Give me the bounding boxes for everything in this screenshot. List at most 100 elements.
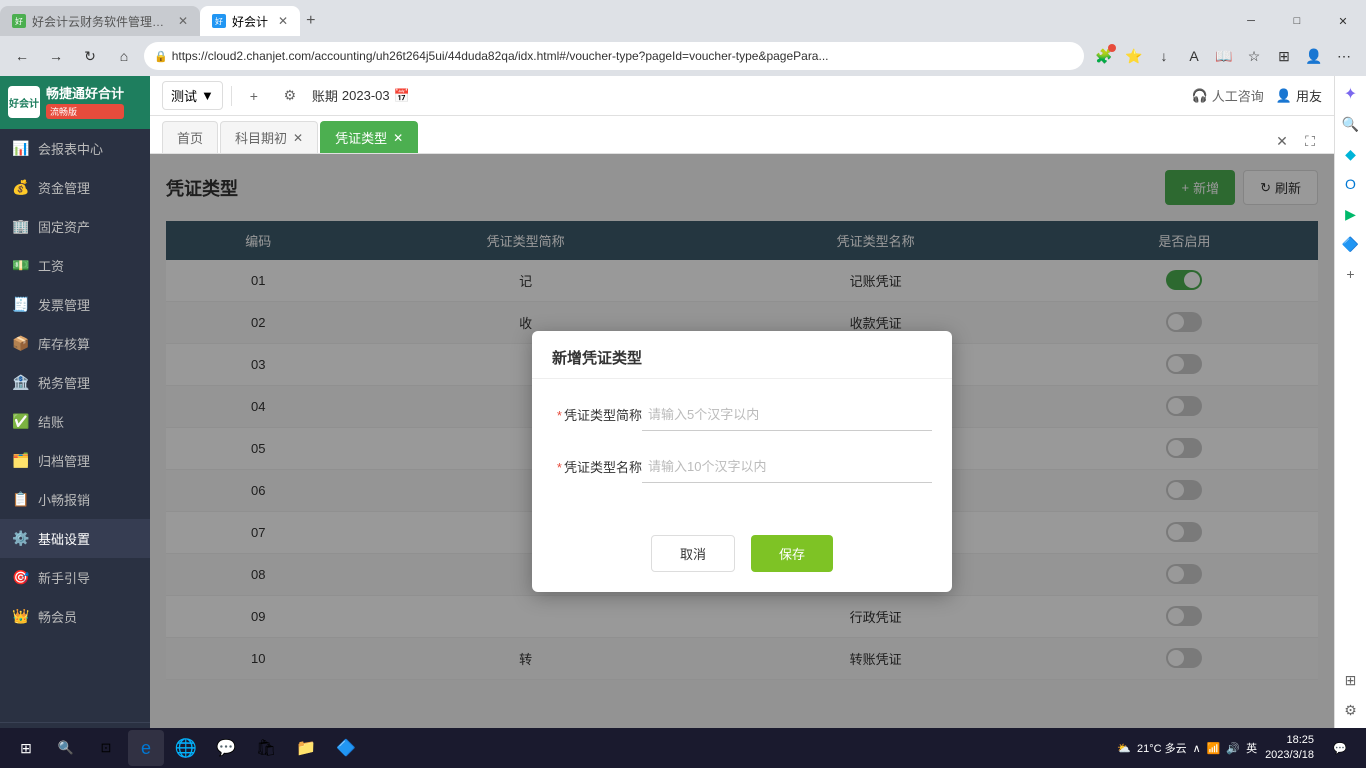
back-button[interactable]: ←: [8, 42, 36, 70]
win-maximize-button[interactable]: □: [1274, 3, 1320, 39]
browser-action-buttons: 🧩 ⭐ ↓ A 📖 ☆ ⊞ 👤 ⋯: [1090, 42, 1358, 70]
reload-button[interactable]: ↻: [76, 42, 104, 70]
win-close-button[interactable]: ✕: [1320, 3, 1366, 39]
tab-win-expand-button[interactable]: ⛶: [1298, 129, 1322, 153]
sidebar-item-tax[interactable]: 🏦 税务管理: [0, 363, 150, 402]
more-button[interactable]: ⋯: [1330, 42, 1358, 70]
calendar-icon[interactable]: 📅: [394, 88, 410, 104]
sidebar-item-salary[interactable]: 💵 工资: [0, 246, 150, 285]
forward-button[interactable]: →: [42, 42, 70, 70]
add-company-button[interactable]: +: [240, 82, 268, 110]
field-short-input[interactable]: [642, 399, 932, 431]
win-minimize-button[interactable]: ─: [1228, 3, 1274, 39]
sidebar-item-funds[interactable]: 💰 资金管理: [0, 168, 150, 207]
invoice-icon: 🧾: [12, 296, 30, 313]
new-tab-button[interactable]: +: [306, 12, 315, 30]
member-icon: 👑: [12, 608, 30, 625]
home-button[interactable]: ⌂: [110, 42, 138, 70]
sidebar-item-inventory[interactable]: 📦 库存核算: [0, 324, 150, 363]
collections-button[interactable]: ⊞: [1270, 42, 1298, 70]
address-bar: ← → ↻ ⌂ 🔒 https://cloud2.chanjet.com/acc…: [0, 36, 1366, 76]
field-name-label: *凭证类型名称: [552, 457, 642, 476]
lock-icon: 🔒: [154, 50, 168, 63]
tab-subjects-label: 科目期初: [235, 128, 287, 147]
taskbar-folder[interactable]: 📁: [288, 730, 324, 766]
period-badge: 账期 2023-03 📅: [312, 86, 410, 105]
sidebar-item-reports[interactable]: 📊 会报表中心: [0, 129, 150, 168]
sidebar-item-guide[interactable]: 🎯 新手引导: [0, 558, 150, 597]
taskbar-chrome[interactable]: 🌐: [168, 730, 204, 766]
extensions-button[interactable]: 🧩: [1090, 42, 1118, 70]
tab2-close[interactable]: ✕: [278, 14, 288, 28]
inventory-icon: 📦: [12, 335, 30, 352]
sidebar-item-close[interactable]: ✅ 结账: [0, 402, 150, 441]
url-bar[interactable]: 🔒 https://cloud2.chanjet.com/accounting/…: [144, 42, 1084, 70]
logo-text: 畅捷通好合计: [46, 86, 124, 102]
workspace-selector[interactable]: 测试 ▼: [162, 81, 223, 110]
browser-tab-1[interactable]: 好 好会计云财务软件管理系统_会计 ✕: [0, 6, 200, 36]
field-name-input[interactable]: [642, 451, 932, 483]
sidebar-extension2-icon[interactable]: O: [1337, 170, 1365, 198]
taskbar-task-view[interactable]: ⊡: [88, 730, 124, 766]
sidebar-extension3-icon[interactable]: ▶: [1337, 200, 1365, 228]
tab1-close[interactable]: ✕: [178, 14, 188, 28]
browser-right-sidebar: ✦ 🔍 ◆ O ▶ 🔷 + ⊞ ⚙: [1334, 76, 1366, 728]
taskbar-store[interactable]: 🛍: [248, 730, 284, 766]
consult-label: 人工咨询: [1212, 86, 1264, 105]
logo-text-area: 畅捷通好合计 流畅版: [46, 86, 124, 119]
consult-button[interactable]: 🎧 人工咨询: [1192, 86, 1264, 105]
browser-tab-2[interactable]: 好 好会计 ✕: [200, 6, 300, 36]
copilot-icon[interactable]: ✦: [1337, 80, 1365, 108]
browser-tab-bar: 好 好会计云财务软件管理系统_会计 ✕ 好 好会计 ✕ + ─ □ ✕: [0, 0, 1366, 36]
sidebar-grid-icon[interactable]: ⊞: [1337, 666, 1365, 694]
profile-button[interactable]: 👤: [1300, 42, 1328, 70]
sidebar-plus-icon[interactable]: +: [1337, 260, 1365, 288]
sidebar-item-assets[interactable]: 🏢 固定资产: [0, 207, 150, 246]
taskbar-notification[interactable]: 💬: [1322, 730, 1358, 766]
sidebar-extension1-icon[interactable]: ◆: [1337, 140, 1365, 168]
taskbar-edge[interactable]: e: [128, 730, 164, 766]
sidebar-extension4-icon[interactable]: 🔷: [1337, 230, 1365, 258]
form-row-short: *凭证类型简称: [552, 399, 932, 431]
period-label: 账期: [312, 86, 338, 105]
taskbar-wifi-icon: 📶: [1207, 742, 1221, 755]
tab-voucher-close[interactable]: ✕: [393, 131, 403, 145]
cancel-button[interactable]: 取消: [651, 535, 735, 572]
taskbar-sys-icons: ⛅ 21°C 多云 ∧ 📶 🔊 英: [1117, 740, 1257, 756]
tab-win-close-button[interactable]: ✕: [1270, 129, 1294, 153]
topbar-divider1: [231, 86, 232, 106]
sidebar-item-expense[interactable]: 📋 小畅报销: [0, 480, 150, 519]
start-button[interactable]: ⊞: [8, 732, 44, 764]
required-mark1: *: [557, 408, 562, 423]
sidebar-item-invoice[interactable]: 🧾 发票管理: [0, 285, 150, 324]
settings-gear-button[interactable]: ⚙: [276, 82, 304, 110]
tab-voucher-type[interactable]: 凭证类型 ✕: [320, 121, 418, 153]
save-button[interactable]: 保存: [751, 535, 833, 572]
tab-subjects[interactable]: 科目期初 ✕: [220, 121, 318, 153]
form-row-name: *凭证类型名称: [552, 451, 932, 483]
download-button[interactable]: ↓: [1150, 42, 1178, 70]
taskbar-search[interactable]: 🔍: [48, 730, 84, 766]
taskbar-wechat[interactable]: 💬: [208, 730, 244, 766]
taskbar: ⊞ 🔍 ⊡ e 🌐 💬 🛍 📁 🔷 ⛅ 21°C 多云 ∧ 📶 🔊: [0, 728, 1366, 768]
tab-homepage[interactable]: 首页: [162, 121, 218, 153]
translate-button[interactable]: A: [1180, 42, 1208, 70]
user-button[interactable]: 👤 用友: [1276, 86, 1322, 105]
sidebar-item-inventory-label: 库存核算: [38, 334, 90, 353]
archive-icon: 🗂️: [12, 452, 30, 469]
taskbar-chevron-icon[interactable]: ∧: [1193, 742, 1201, 755]
tab-subjects-close[interactable]: ✕: [293, 131, 303, 145]
taskbar-date-value: 2023/3/18: [1265, 748, 1314, 763]
sidebar-item-member[interactable]: 👑 畅会员: [0, 597, 150, 636]
funds-icon: 💰: [12, 179, 30, 196]
sidebar-item-archive[interactable]: 🗂️ 归档管理: [0, 441, 150, 480]
bookmark-button[interactable]: ⭐: [1120, 42, 1148, 70]
sidebar-search-icon[interactable]: 🔍: [1337, 110, 1365, 138]
sidebar-item-invoice-label: 发票管理: [38, 295, 90, 314]
sidebar-item-settings[interactable]: ⚙️ 基础设置: [0, 519, 150, 558]
sidebar-settings-icon[interactable]: ⚙: [1337, 696, 1365, 724]
taskbar-browser2[interactable]: 🔷: [328, 730, 364, 766]
reading-view-button[interactable]: 📖: [1210, 42, 1238, 70]
sidebar-scroll: 📊 会报表中心 💰 资金管理 🏢 固定资产 💵 工资 🧾 发票管理: [0, 129, 150, 722]
favorites-button[interactable]: ☆: [1240, 42, 1268, 70]
